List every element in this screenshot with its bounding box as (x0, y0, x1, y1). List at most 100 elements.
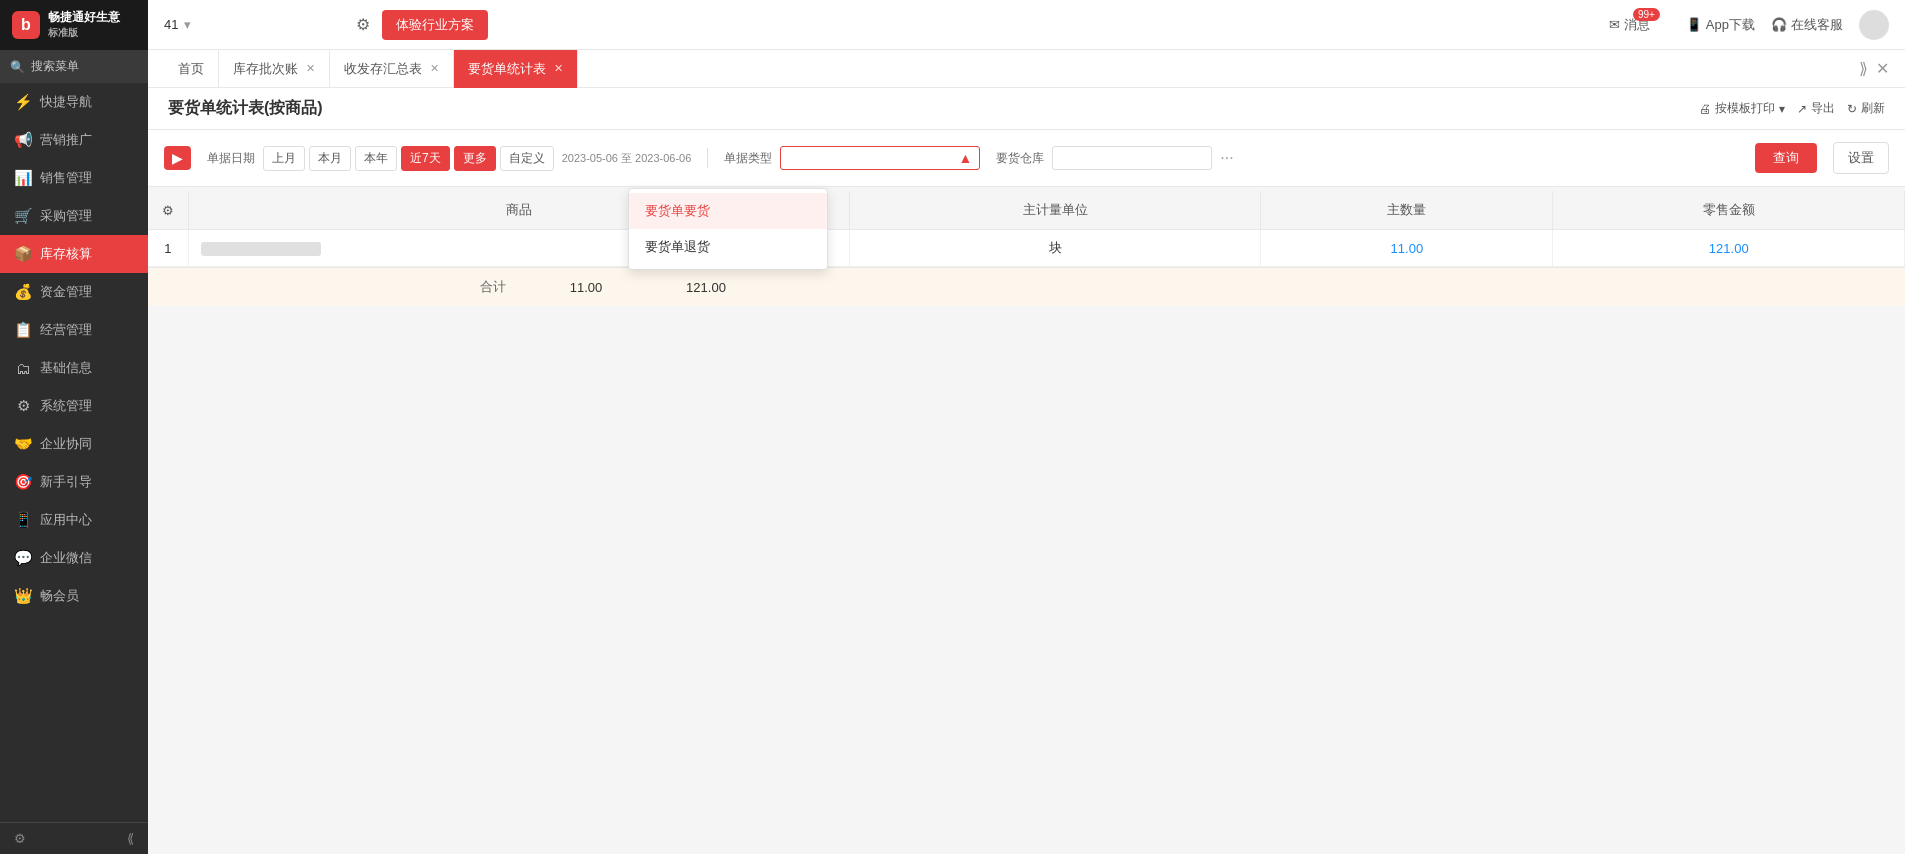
sidebar-item-membership[interactable]: 👑 畅会员 (0, 577, 148, 615)
type-filter-label: 单据类型 (724, 150, 772, 167)
sidebar-item-sales[interactable]: 📊 销售管理 (0, 159, 148, 197)
messages-badge: 99+ (1633, 8, 1660, 21)
print-button[interactable]: 🖨 按模板打印 ▾ (1699, 100, 1785, 117)
date-btn-more[interactable]: 更多 (454, 146, 496, 171)
col-amount: 零售金额 (1553, 191, 1905, 230)
collapse-sidebar-button[interactable]: ⟪ (127, 831, 134, 846)
company-dropdown-icon[interactable]: ▾ (184, 17, 191, 32)
tab-order-stats[interactable]: 要货单统计表 ✕ (454, 50, 578, 88)
tabs-bar: 首页 库存批次账 ✕ 收发存汇总表 ✕ 要货单统计表 ✕ ⟫ ✕ (148, 50, 1905, 88)
trial-button[interactable]: 体验行业方案 (382, 10, 488, 40)
main-area: 41 ▾ ⚙ 体验行业方案 ✉ 消息 99+ 📱 App下载 🎧 在线客服 (148, 0, 1905, 854)
export-button[interactable]: ↗ 导出 (1797, 100, 1835, 117)
export-icon: ↗ (1797, 102, 1807, 116)
sidebar-item-label: 系统管理 (40, 397, 92, 415)
sidebar-item-app-center[interactable]: 📱 应用中心 (0, 501, 148, 539)
table-row: 1 块 11.00 121.00 (148, 230, 1905, 267)
header-gear-icon[interactable]: ⚙ (356, 15, 370, 34)
dropdown-item-order[interactable]: 要货单要货 (629, 193, 827, 229)
amount-link[interactable]: 121.00 (1709, 241, 1749, 256)
sidebar-item-quick-nav[interactable]: ⚡ 快捷导航 (0, 83, 148, 121)
footer-label: 合计 (480, 278, 506, 296)
sidebar-item-label: 基础信息 (40, 359, 92, 377)
online-service-button[interactable]: 🎧 在线客服 (1771, 16, 1843, 34)
logo-sub: 标准版 (48, 26, 120, 40)
marketing-icon: 📢 (14, 131, 32, 149)
top-header: 41 ▾ ⚙ 体验行业方案 ✉ 消息 99+ 📱 App下载 🎧 在线客服 (148, 0, 1905, 50)
tabs-close-all-button[interactable]: ✕ (1876, 59, 1889, 78)
warehouse-filter-group: 要货仓库 ··· (996, 146, 1233, 170)
date-btn-last-month[interactable]: 上月 (263, 146, 305, 171)
type-filter-chevron-icon[interactable]: ▲ (958, 150, 972, 166)
cell-unit: 块 (850, 230, 1261, 267)
tab-recv-summary[interactable]: 收发存汇总表 ✕ (330, 50, 454, 88)
sidebar-item-wechat[interactable]: 💬 企业微信 (0, 539, 148, 577)
logo-icon: b (12, 11, 40, 39)
quantity-link[interactable]: 11.00 (1391, 241, 1424, 256)
user-avatar[interactable] (1859, 10, 1889, 40)
sidebar-item-finance[interactable]: 💰 资金管理 (0, 273, 148, 311)
print-icon: 🖨 (1699, 102, 1711, 116)
date-filter-group: 单据日期 上月 本月 本年 近7天 更多 自定义 2023-05-06 至 20… (207, 146, 691, 171)
company-name: 41 (164, 17, 178, 32)
sidebar-item-inventory[interactable]: 📦 库存核算 (0, 235, 148, 273)
cell-quantity: 11.00 (1261, 230, 1553, 267)
tab-close-recv-summary[interactable]: ✕ (430, 62, 439, 75)
type-filter-input[interactable] (780, 146, 980, 170)
sidebar-nav: ⚡ 快捷导航 📢 营销推广 📊 销售管理 🛒 采购管理 📦 库存核算 💰 资金管… (0, 83, 148, 822)
sales-icon: 📊 (14, 169, 32, 187)
logo-name: 畅捷通好生意 (48, 10, 120, 26)
col-unit: 主计量单位 (850, 191, 1261, 230)
sidebar-item-enterprise[interactable]: 🤝 企业协同 (0, 425, 148, 463)
sidebar-item-label: 销售管理 (40, 169, 92, 187)
sidebar-item-system[interactable]: ⚙ 系统管理 (0, 387, 148, 425)
sidebar-item-label: 企业微信 (40, 549, 92, 567)
date-btn-last-7-days[interactable]: 近7天 (401, 146, 450, 171)
type-filter-group: 单据类型 ▲ (724, 146, 980, 170)
tab-close-inventory-batch[interactable]: ✕ (306, 62, 315, 75)
sidebar-item-operation[interactable]: 📋 经营管理 (0, 311, 148, 349)
sidebar-item-label: 经营管理 (40, 321, 92, 339)
tab-home-label: 首页 (178, 60, 204, 78)
settings-footer-icon[interactable]: ⚙ (14, 831, 26, 846)
sidebar-item-label: 新手引导 (40, 473, 92, 491)
date-buttons: 上月 本月 本年 近7天 更多 自定义 (263, 146, 554, 171)
messages-button[interactable]: ✉ 消息 99+ (1609, 16, 1650, 34)
inventory-icon: 📦 (14, 245, 32, 263)
refresh-button[interactable]: ↻ 刷新 (1847, 100, 1885, 117)
page-title: 要货单统计表(按商品) (168, 98, 323, 119)
tab-label: 收发存汇总表 (344, 60, 422, 78)
query-button[interactable]: 查询 (1755, 143, 1817, 173)
sidebar-item-label: 畅会员 (40, 587, 79, 605)
date-btn-this-month[interactable]: 本月 (309, 146, 351, 171)
company-selector[interactable]: 41 ▾ (164, 17, 344, 32)
sidebar-item-guide[interactable]: 🎯 新手引导 (0, 463, 148, 501)
tab-close-order-stats[interactable]: ✕ (554, 62, 563, 75)
col-settings[interactable]: ⚙ (148, 191, 188, 230)
sidebar-item-purchase[interactable]: 🛒 采购管理 (0, 197, 148, 235)
tab-inventory-batch[interactable]: 库存批次账 ✕ (219, 50, 330, 88)
col-quantity: 主数量 (1261, 191, 1553, 230)
date-btn-custom[interactable]: 自定义 (500, 146, 554, 171)
tab-home[interactable]: 首页 (164, 50, 219, 88)
date-range-text: 2023-05-06 至 2023-06-06 (562, 151, 692, 166)
footer-amount: 121.00 (666, 280, 746, 295)
basic-icon: 🗂 (14, 359, 32, 377)
date-btn-this-year[interactable]: 本年 (355, 146, 397, 171)
dropdown-item-return[interactable]: 要货单退货 (629, 229, 827, 265)
tabs-expand-icon[interactable]: ⟫ (1859, 59, 1868, 78)
sidebar-search-bar[interactable]: 🔍 搜索菜单 (0, 50, 148, 83)
page-header-actions: 🖨 按模板打印 ▾ ↗ 导出 ↻ 刷新 (1699, 100, 1885, 117)
sidebar-item-marketing[interactable]: 📢 营销推广 (0, 121, 148, 159)
search-icon: 🔍 (10, 60, 25, 74)
filter-toggle-button[interactable]: ▶ (164, 146, 191, 170)
app-download-button[interactable]: 📱 App下载 (1686, 16, 1755, 34)
message-icon: ✉ (1609, 17, 1620, 32)
header-actions: ✉ 消息 99+ 📱 App下载 🎧 在线客服 (1609, 10, 1889, 40)
sidebar-item-basic[interactable]: 🗂 基础信息 (0, 349, 148, 387)
settings-button[interactable]: 设置 (1833, 142, 1889, 174)
search-label: 搜索菜单 (31, 58, 79, 75)
warehouse-filter-input[interactable] (1052, 146, 1212, 170)
finance-icon: 💰 (14, 283, 32, 301)
warehouse-more-icon[interactable]: ··· (1220, 149, 1233, 167)
